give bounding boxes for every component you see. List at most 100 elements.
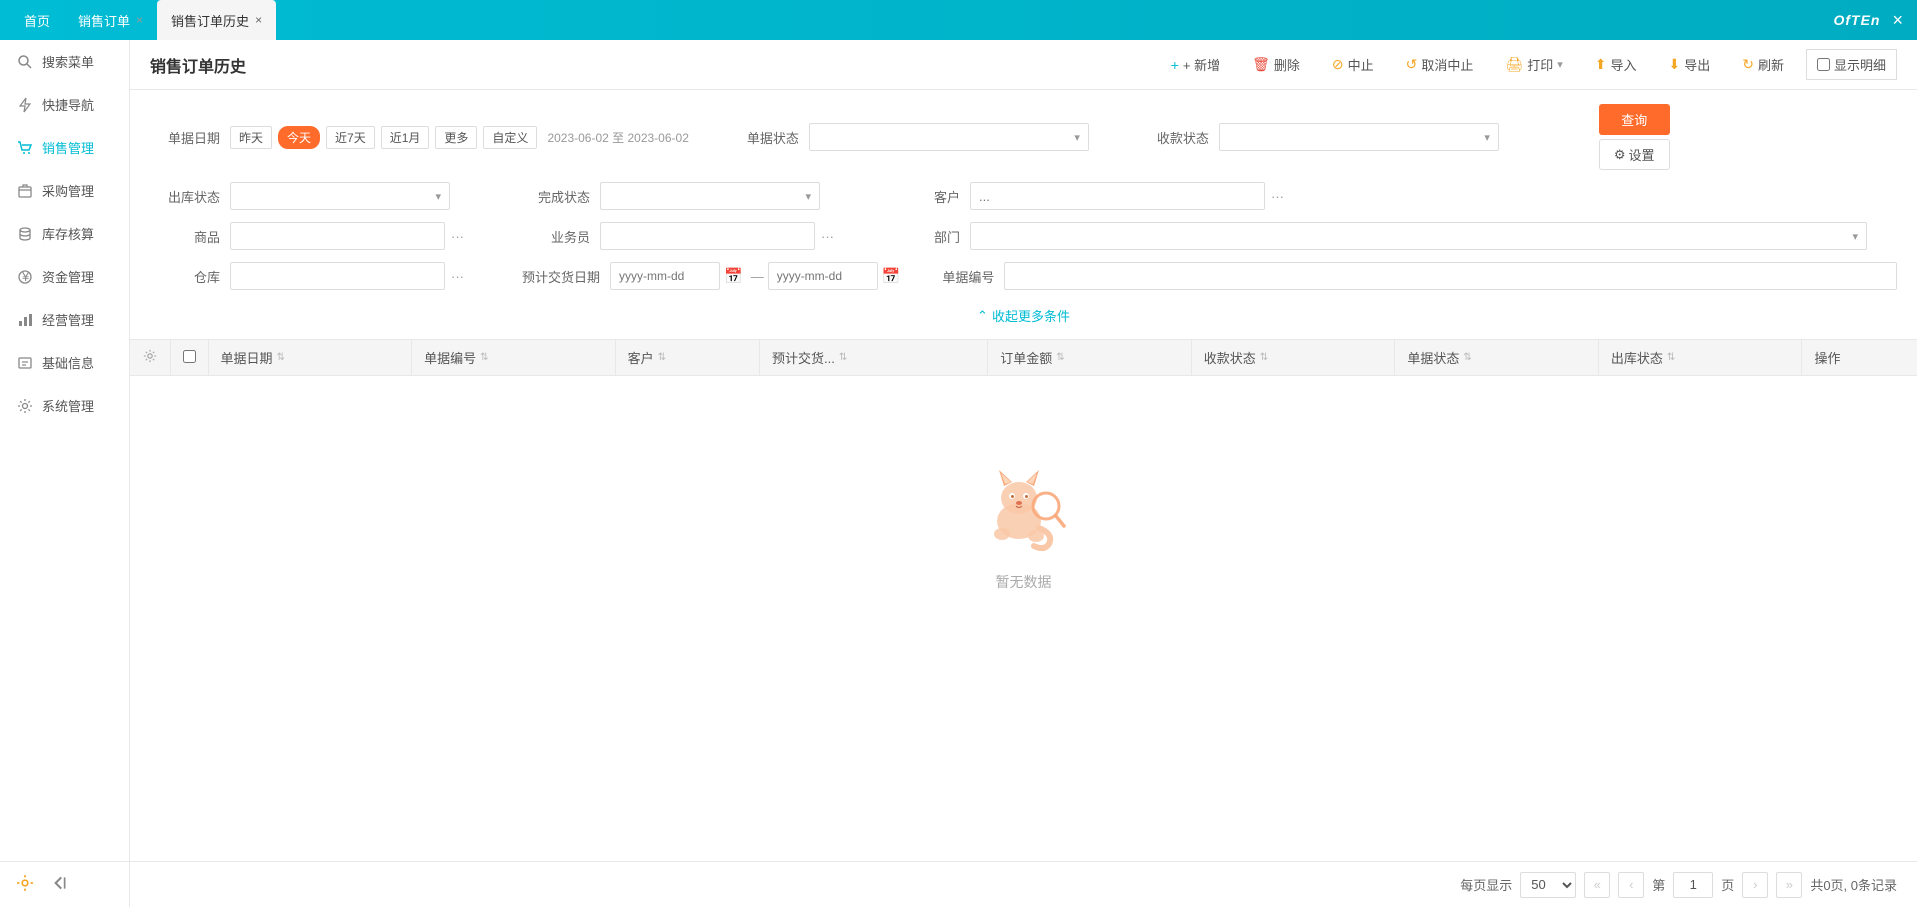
salesman-input[interactable] — [600, 222, 815, 250]
content-area: 销售订单历史 + + 新增 🗑 删除 ⊘ 中止 ↺ 取消中止 🖨 打印 ▾ — [130, 40, 1917, 907]
print-btn[interactable]: 🖨 打印 ▾ — [1495, 50, 1572, 79]
stop-btn[interactable]: ⊘ 中止 — [1322, 50, 1384, 79]
th-date-sort[interactable]: 单据日期 ⇅ — [221, 348, 400, 367]
delete-btn[interactable]: 🗑 删除 — [1242, 50, 1310, 79]
delivery-date-start[interactable] — [610, 262, 720, 290]
table-settings-cell[interactable] — [130, 340, 170, 376]
cancel-stop-btn[interactable]: ↺ 取消中止 — [1396, 50, 1484, 79]
sidebar-label-operations: 经营管理 — [42, 310, 94, 329]
page-input[interactable] — [1673, 872, 1713, 898]
next-page-btn[interactable]: › — [1742, 872, 1768, 898]
new-btn[interactable]: + + 新增 — [1161, 50, 1230, 79]
delivery-date-end[interactable] — [768, 262, 878, 290]
tab-home[interactable]: 首页 — [10, 0, 64, 40]
filter-row-2: 出库状态 ▾ 完成状态 ▾ 客户 ··· — [150, 182, 1897, 210]
prev-page-btn[interactable]: ‹ — [1618, 872, 1644, 898]
calendar-end-icon[interactable]: 📅 — [882, 267, 901, 285]
sidebar-item-finance[interactable]: ¥ 资金管理 — [0, 255, 129, 298]
salesman-dots[interactable]: ··· — [815, 229, 840, 244]
sidebar-item-system[interactable]: 系统管理 — [0, 384, 129, 427]
sidebar-item-inventory[interactable]: 库存核算 — [0, 212, 129, 255]
sidebar-label-search: 搜索菜单 — [42, 52, 94, 71]
payment-select[interactable]: ▾ — [1219, 123, 1499, 151]
tab-sales-history[interactable]: 销售订单历史 × — [157, 0, 276, 40]
customer-dots[interactable]: ··· — [1265, 189, 1290, 204]
display-columns-checkbox[interactable] — [1817, 58, 1830, 71]
empty-state-cell: 暂无数据 — [130, 376, 1917, 673]
warehouse-dots[interactable]: ··· — [445, 269, 470, 284]
window-close-btn[interactable]: × — [1888, 6, 1907, 35]
sidebar-item-sales[interactable]: 销售管理 — [0, 126, 129, 169]
th-amount-sort[interactable]: 订单金额 ⇅ — [1000, 348, 1179, 367]
display-columns-btn[interactable]: 显示明细 — [1806, 49, 1897, 80]
per-page-select[interactable]: 20 50 100 — [1520, 872, 1576, 898]
table-body: 暂无数据 — [130, 376, 1917, 673]
sort-icon-payment: ⇅ — [1260, 352, 1268, 363]
th-order-status-sort[interactable]: 单据状态 ⇅ — [1407, 348, 1586, 367]
sidebar-item-operations[interactable]: 经营管理 — [0, 298, 129, 341]
date-btn-1month[interactable]: 近1月 — [381, 126, 430, 149]
main-layout: 搜索菜单 快捷导航 销售管理 — [0, 40, 1917, 907]
empty-illustration — [974, 456, 1074, 556]
filter-area: 单据日期 昨天 今天 近7天 近1月 更多 自定义 2023-06-02 至 2… — [130, 90, 1917, 340]
th-delivery-sort[interactable]: 预计交货... ⇅ — [772, 348, 975, 367]
sort-icon-outbound: ⇅ — [1667, 352, 1675, 363]
tab-sales-order-close[interactable]: × — [136, 13, 143, 27]
customer-input[interactable] — [970, 182, 1265, 210]
th-date: 单据日期 ⇅ — [208, 340, 412, 376]
sidebar-label-quick-nav: 快捷导航 — [42, 95, 94, 114]
sidebar-item-basic-info[interactable]: 基础信息 — [0, 341, 129, 384]
date-btn-custom[interactable]: 自定义 — [483, 126, 537, 149]
tab-sales-history-close[interactable]: × — [255, 13, 262, 27]
sidebar-item-purchase[interactable]: 采购管理 — [0, 169, 129, 212]
product-dots[interactable]: ··· — [445, 229, 470, 244]
sidebar-label-purchase: 采购管理 — [42, 181, 94, 200]
complete-select[interactable]: ▾ — [600, 182, 820, 210]
date-btn-yesterday[interactable]: 昨天 — [230, 126, 272, 149]
table-checkbox-cell[interactable] — [170, 340, 208, 376]
product-input[interactable] — [230, 222, 445, 250]
sidebar-gear-icon[interactable] — [16, 874, 34, 895]
stop-btn-label: 中止 — [1348, 55, 1374, 74]
sort-icon-customer: ⇅ — [658, 352, 666, 363]
tab-sales-order[interactable]: 销售订单 × — [64, 0, 157, 40]
export-btn[interactable]: ⬇ 导出 — [1658, 50, 1720, 79]
calendar-start-icon[interactable]: 📅 — [724, 267, 743, 285]
select-all-checkbox[interactable] — [183, 350, 196, 363]
last-page-btn[interactable]: » — [1776, 872, 1802, 898]
th-payment-sort[interactable]: 收款状态 ⇅ — [1204, 348, 1383, 367]
date-btn-today[interactable]: 今天 — [278, 126, 320, 149]
refresh-btn[interactable]: ↻ 刷新 — [1732, 50, 1794, 79]
tab-sales-history-label: 销售订单历史 — [171, 11, 249, 30]
collapse-btn[interactable]: ⌃ 收起更多条件 — [150, 302, 1897, 325]
set-btn[interactable]: ⚙ 设置 — [1599, 139, 1670, 170]
payment-label: 收款状态 — [1139, 128, 1219, 147]
dept-select[interactable]: ▾ — [970, 222, 1867, 250]
th-order-sort[interactable]: 单据编号 ⇅ — [424, 348, 603, 367]
warehouse-input[interactable] — [230, 262, 445, 290]
status-select[interactable]: ▾ — [809, 123, 1089, 151]
import-btn[interactable]: ⬆ 导入 — [1585, 50, 1647, 79]
outbound-select[interactable]: ▾ — [230, 182, 450, 210]
th-payment-status: 收款状态 ⇅ — [1191, 340, 1395, 376]
new-btn-label: + 新增 — [1183, 55, 1220, 74]
date-label: 单据日期 — [150, 128, 230, 147]
status-label: 单据状态 — [729, 128, 809, 147]
stop-icon: ⊘ — [1332, 56, 1344, 73]
sidebar-collapse-icon[interactable] — [50, 874, 68, 895]
set-icon: ⚙ — [1614, 147, 1626, 163]
order-no-input[interactable] — [1004, 262, 1897, 290]
sidebar-item-quick-nav[interactable]: 快捷导航 — [0, 83, 129, 126]
date-btn-more[interactable]: 更多 — [435, 126, 477, 149]
first-page-btn[interactable]: « — [1584, 872, 1610, 898]
filter-row-4: 仓库 ··· 预计交货日期 📅 — 📅 单据编号 — [150, 262, 1897, 290]
sidebar-item-search[interactable]: 搜索菜单 — [0, 40, 129, 83]
th-customer-sort[interactable]: 客户 ⇅ — [628, 348, 747, 367]
empty-state: 暂无数据 — [130, 376, 1917, 672]
query-btn[interactable]: 查询 — [1599, 104, 1670, 135]
box-icon — [16, 182, 34, 200]
date-btn-7days[interactable]: 近7天 — [326, 126, 375, 149]
svg-text:¥: ¥ — [21, 269, 30, 284]
th-outbound-sort[interactable]: 出库状态 ⇅ — [1611, 348, 1790, 367]
sort-icon-delivery: ⇅ — [839, 352, 847, 363]
